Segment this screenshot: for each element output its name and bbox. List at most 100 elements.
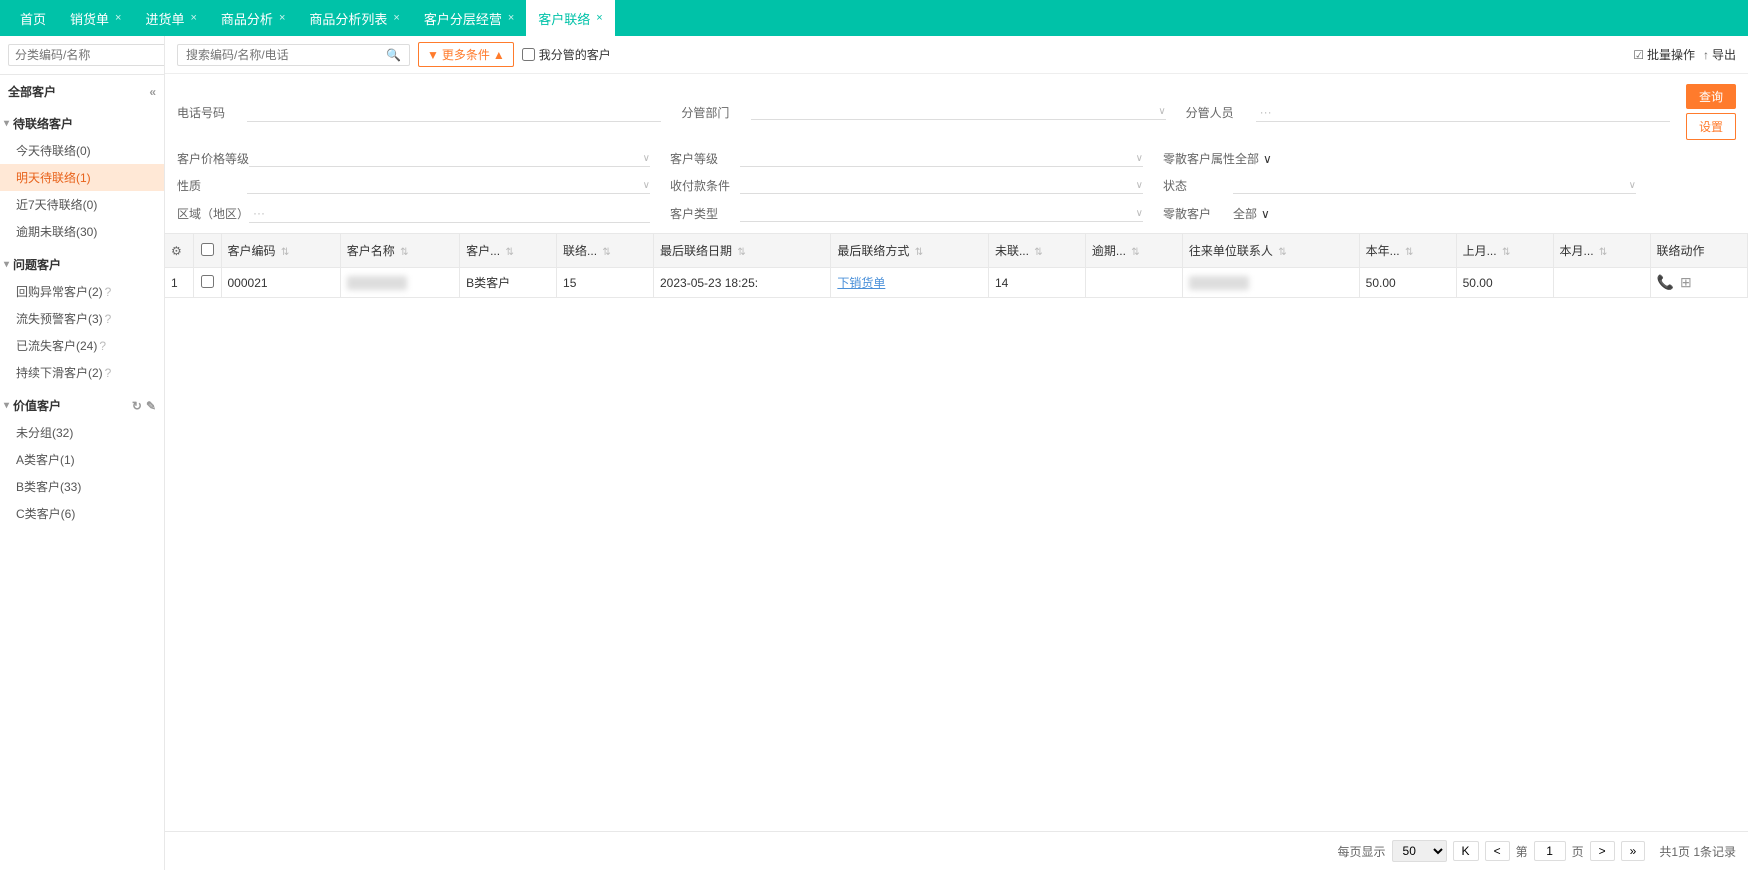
sort-icon: ⇅ bbox=[505, 247, 513, 258]
th-checkbox bbox=[193, 234, 221, 268]
filter-row-3: 性质 ∨ 收付款条件 ∨ 状态 ∨ bbox=[177, 177, 1736, 194]
th-this-year: 本年... ⇅ bbox=[1359, 234, 1456, 268]
action-icons: 📞 ⊞ bbox=[1657, 274, 1742, 291]
gear-icon[interactable]: ⚙ bbox=[171, 244, 182, 258]
sidebar-item-churned[interactable]: 已流失客户(24) ? bbox=[0, 332, 164, 359]
th-last-contact-date: 最后联络日期 ⇅ bbox=[654, 234, 831, 268]
sidebar-section-value[interactable]: ▾价值客户 ↻ ✎ bbox=[0, 392, 164, 419]
filter-customer-level-label: 客户等级 bbox=[670, 150, 740, 167]
sidebar-item-overdue[interactable]: 逾期未联络(30) bbox=[0, 218, 164, 245]
filter-customer-level-select[interactable]: ∨ bbox=[740, 151, 1143, 167]
search-box: 🔍 bbox=[177, 44, 410, 66]
filter-payment: 收付款条件 ∨ bbox=[670, 177, 1163, 194]
sort-icon: ⇅ bbox=[1405, 247, 1413, 258]
th-this-month: 本月... ⇅ bbox=[1553, 234, 1650, 268]
td-last-contact-date: 2023-05-23 18:25: bbox=[654, 268, 831, 298]
close-icon[interactable]: × bbox=[115, 12, 121, 24]
filter-payment-label: 收付款条件 bbox=[670, 177, 740, 194]
sidebar-item-repurchase-abnormal[interactable]: 回购异常客户(2) ? bbox=[0, 278, 164, 305]
sort-icon: ⇅ bbox=[1599, 247, 1607, 258]
close-icon[interactable]: × bbox=[279, 12, 285, 24]
set-button[interactable]: 设置 bbox=[1686, 113, 1736, 140]
filter-region-label: 区域（地区） bbox=[177, 205, 249, 222]
sidebar-item-tomorrow[interactable]: 明天待联络(1) bbox=[0, 164, 164, 191]
sidebar-item-today[interactable]: 今天待联络(0) bbox=[0, 137, 164, 164]
filter-scatter-attr-select[interactable]: 全部 ∨ bbox=[1235, 150, 1636, 167]
sidebar-search-bar: 🔍 bbox=[0, 36, 164, 75]
td-name bbox=[340, 268, 459, 298]
sidebar-item-7days[interactable]: 近7天待联络(0) bbox=[0, 191, 164, 218]
export-button[interactable]: ↑ 导出 bbox=[1703, 46, 1736, 63]
sidebar-collapse-icon[interactable]: « bbox=[149, 85, 156, 99]
sidebar-item-class-a[interactable]: A类客户(1) bbox=[0, 446, 164, 473]
nav-sales-order[interactable]: 销货单 × bbox=[58, 0, 133, 36]
filter-nature-select[interactable]: ∨ bbox=[247, 178, 650, 194]
batch-operation-button[interactable]: ☑ 批量操作 bbox=[1633, 46, 1695, 63]
filter-row-2: 客户价格等级 ∨ 客户等级 ∨ 零散客户属性 全部 bbox=[177, 150, 1736, 167]
sidebar-item-class-b[interactable]: B类客户(33) bbox=[0, 473, 164, 500]
td-contact-person bbox=[1182, 268, 1359, 298]
filter-phone-input[interactable] bbox=[247, 103, 661, 122]
refresh-icon[interactable]: ↻ bbox=[132, 399, 142, 413]
select-all-checkbox[interactable] bbox=[201, 243, 214, 256]
sidebar-item-class-c[interactable]: C类客户(6) bbox=[0, 500, 164, 527]
edit-icon[interactable]: ✎ bbox=[146, 399, 156, 413]
my-customer-checkbox[interactable] bbox=[522, 48, 535, 61]
table-header-row: ⚙ 客户编码 ⇅ 客户名称 ⇅ 客户... ⇅ 联络... ⇅ 最后联络日期 ⇅… bbox=[165, 234, 1748, 268]
customer-table: ⚙ 客户编码 ⇅ 客户名称 ⇅ 客户... ⇅ 联络... ⇅ 最后联络日期 ⇅… bbox=[165, 234, 1748, 298]
nav-home[interactable]: 首页 bbox=[8, 0, 58, 36]
sidebar-item-ungrouped[interactable]: 未分组(32) bbox=[0, 419, 164, 446]
td-customer-type: B类客户 bbox=[460, 268, 557, 298]
export-icon: ↑ bbox=[1703, 48, 1709, 62]
th-gear: ⚙ bbox=[165, 234, 193, 268]
nav-purchase-order[interactable]: 进货单 × bbox=[133, 0, 208, 36]
filter-scatter-attr: 零散客户属性 全部 ∨ bbox=[1163, 150, 1636, 167]
td-last-contact-method: 下销货单 bbox=[831, 268, 989, 298]
close-icon[interactable]: × bbox=[508, 12, 514, 24]
last-page-button[interactable]: » bbox=[1621, 841, 1646, 861]
close-icon[interactable]: × bbox=[596, 12, 602, 24]
search-input[interactable] bbox=[186, 48, 386, 62]
first-page-button[interactable]: K bbox=[1453, 841, 1479, 861]
nav-customer-contact[interactable]: 客户联络 × bbox=[526, 0, 614, 36]
page-number-input[interactable] bbox=[1534, 841, 1566, 861]
checkbox-icon: ☑ bbox=[1633, 48, 1644, 62]
per-page-label: 每页显示 bbox=[1338, 843, 1386, 860]
total-label: 共1页 1条记录 bbox=[1659, 843, 1736, 860]
nav-product-analysis[interactable]: 商品分析 × bbox=[209, 0, 297, 36]
close-icon[interactable]: × bbox=[393, 12, 399, 24]
prev-page-button[interactable]: < bbox=[1485, 841, 1510, 861]
query-button[interactable]: 查询 bbox=[1686, 84, 1736, 109]
more-filter-button[interactable]: ▼ 更多条件 ▲ bbox=[418, 42, 514, 67]
next-page-button[interactable]: > bbox=[1590, 841, 1615, 861]
grid-icon[interactable]: ⊞ bbox=[1680, 274, 1692, 291]
close-icon[interactable]: × bbox=[190, 12, 196, 24]
filter-status-select[interactable]: ∨ bbox=[1233, 178, 1636, 194]
nav-product-analysis-list[interactable]: 商品分析列表 × bbox=[297, 0, 411, 36]
filter-dept-select[interactable]: ∨ bbox=[751, 104, 1165, 120]
sidebar-item-churn-warning[interactable]: 流失预警客户(3) ? bbox=[0, 305, 164, 332]
filter-price-level-select[interactable]: ∨ bbox=[249, 151, 650, 167]
search-icon[interactable]: 🔍 bbox=[386, 48, 401, 62]
per-page-select[interactable]: 50 100 200 bbox=[1392, 840, 1447, 862]
sidebar-content: 全部客户 « ▾待联络客户 今天待联络(0) 明天待联络(1) 近7天待联络(0… bbox=[0, 75, 164, 870]
filter-payment-select[interactable]: ∨ bbox=[740, 178, 1143, 194]
filter-scatter-customer-select[interactable]: 全部 ∨ bbox=[1233, 205, 1636, 222]
filter-customer-type: 客户类型 ∨ bbox=[670, 205, 1163, 222]
my-customer-checkbox-label[interactable]: 我分管的客户 bbox=[522, 46, 611, 63]
filter-customer-type-select[interactable]: ∨ bbox=[740, 206, 1143, 222]
sort-icon: ⇅ bbox=[1278, 247, 1286, 258]
sidebar-search-input[interactable] bbox=[8, 44, 165, 66]
nav-customer-tier[interactable]: 客户分层经营 × bbox=[412, 0, 526, 36]
sort-icon: ⇅ bbox=[1034, 247, 1042, 258]
sidebar-item-declining[interactable]: 持续下滑客户(2) ? bbox=[0, 359, 164, 386]
sidebar-all-customers[interactable]: 全部客户 « bbox=[0, 75, 164, 104]
filter-person-dots[interactable]: ··· bbox=[1256, 103, 1670, 122]
sidebar-section-problem[interactable]: ▾问题客户 bbox=[0, 251, 164, 278]
td-checkbox bbox=[193, 268, 221, 298]
phone-icon[interactable]: 📞 bbox=[1657, 274, 1674, 291]
row-checkbox[interactable] bbox=[201, 275, 214, 288]
last-contact-method-link[interactable]: 下销货单 bbox=[837, 276, 885, 290]
sidebar-section-pending[interactable]: ▾待联络客户 bbox=[0, 110, 164, 137]
filter-region-dots[interactable]: ··· bbox=[249, 204, 650, 223]
